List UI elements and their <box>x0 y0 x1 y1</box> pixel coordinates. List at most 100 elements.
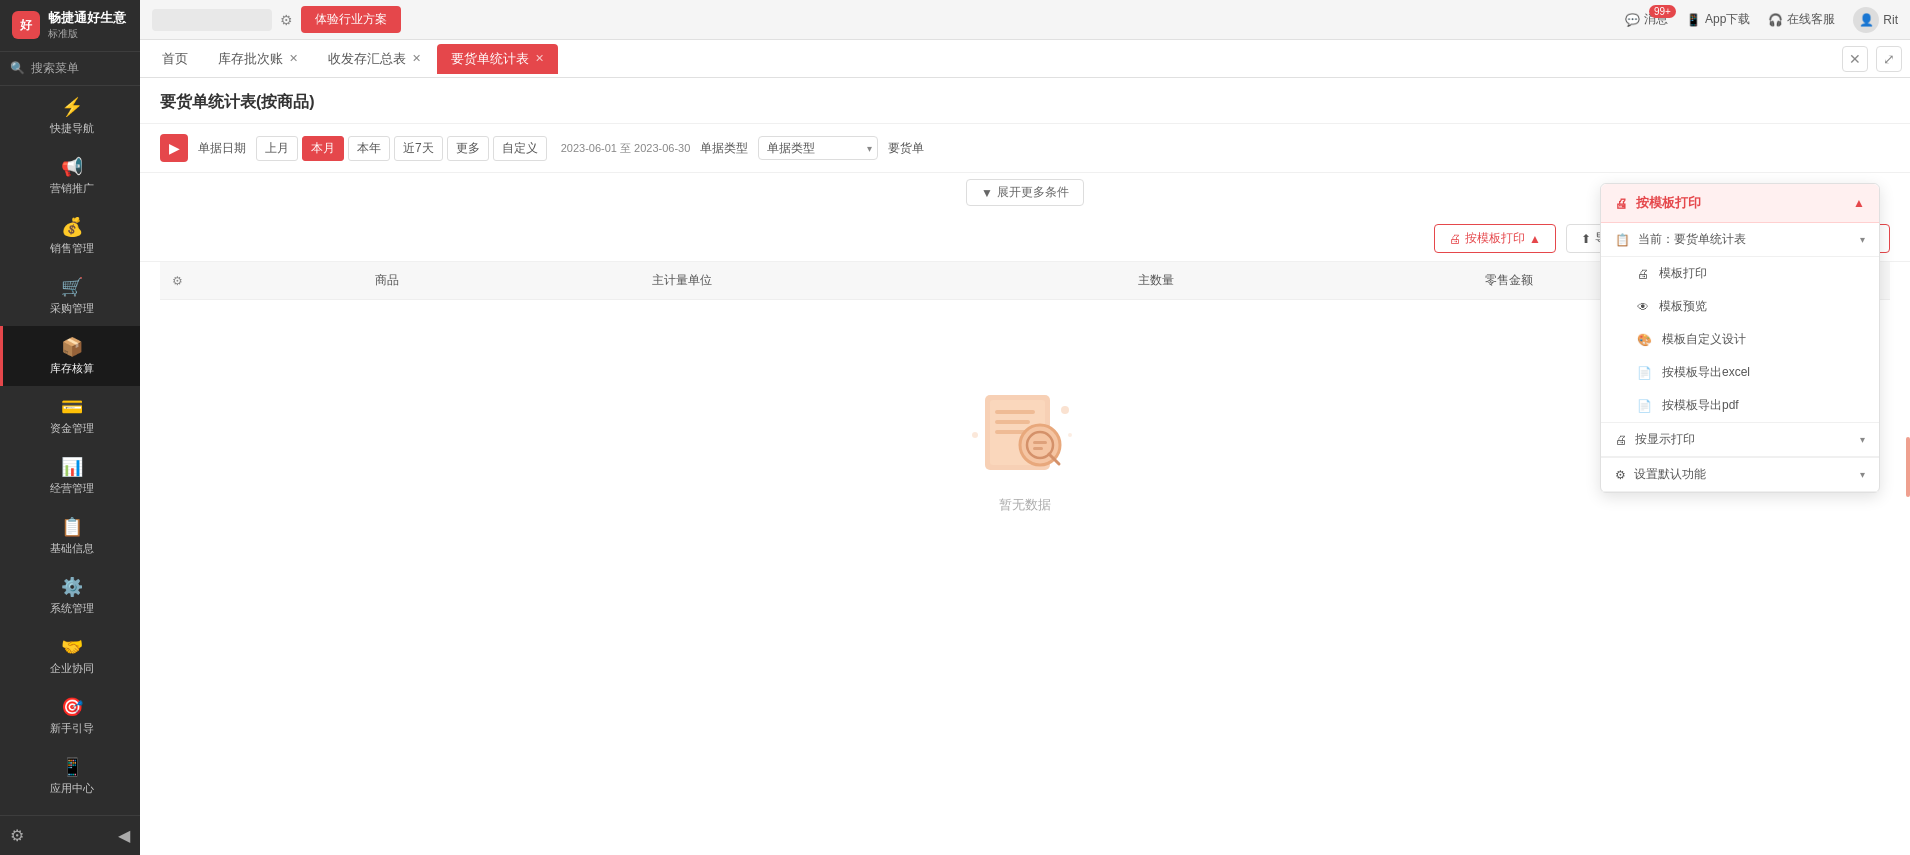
sidebar: 好 畅捷通好生意 标准版 🔍 搜索菜单 ⚡ 快捷导航 📢 营销推广 💰 销售管理… <box>0 0 140 855</box>
sidebar-item-purchase[interactable]: 🛒 采购管理 <box>0 266 140 326</box>
sales-icon: 💰 <box>61 216 83 238</box>
sidebar-item-label: 营销推广 <box>50 181 94 196</box>
svg-point-11 <box>972 432 978 438</box>
sidebar-item-wechat[interactable]: 💬 企业微信 <box>0 806 140 815</box>
purchase-icon: 🛒 <box>61 276 83 298</box>
date-btn-last-month[interactable]: 上月 <box>256 136 298 161</box>
dropdown-export-pdf[interactable]: 📄 按模板导出pdf <box>1601 389 1879 422</box>
dropdown-template-print[interactable]: 🖨 模板打印 <box>1601 257 1879 290</box>
tab-home[interactable]: 首页 <box>148 44 202 74</box>
settings-icon[interactable]: ⚙ <box>10 826 24 845</box>
dropdown-current-header[interactable]: 📋 当前：要货单统计表 ▾ <box>1601 223 1879 256</box>
tab-maximize-btn[interactable]: ⤢ <box>1876 46 1902 72</box>
sidebar-item-inventory[interactable]: 📦 库存核算 <box>0 326 140 386</box>
svg-point-12 <box>1068 433 1072 437</box>
date-btn-custom[interactable]: 自定义 <box>493 136 547 161</box>
svg-rect-3 <box>995 420 1030 424</box>
sidebar-item-label: 系统管理 <box>50 601 94 616</box>
filter-bar: ▶ 单据日期 上月 本月 本年 近7天 更多 自定义 2023-06-01 至 … <box>140 124 1910 173</box>
svg-rect-2 <box>995 410 1035 414</box>
user-avatar: 👤 <box>1853 7 1879 33</box>
export-pdf-icon: 📄 <box>1637 399 1652 413</box>
system-icon: ⚙️ <box>61 576 83 598</box>
dropdown-current-chevron: ▾ <box>1860 234 1865 245</box>
expand-more-btn[interactable]: ▼ 展开更多条件 <box>966 179 1084 206</box>
tab-receipt-summary[interactable]: 收发存汇总表 ✕ <box>314 44 435 74</box>
dropdown-title: 🖨 按模板打印 <box>1615 194 1701 212</box>
sidebar-item-collab[interactable]: 🤝 企业协同 <box>0 626 140 686</box>
empty-icon <box>965 380 1085 480</box>
tab-receipt-summary-close[interactable]: ✕ <box>412 52 421 65</box>
sidebar-nav: ⚡ 快捷导航 📢 营销推广 💰 销售管理 🛒 采购管理 📦 库存核算 💳 资金管… <box>0 86 140 815</box>
svg-point-10 <box>1061 406 1069 414</box>
filter-expand-btn[interactable]: ▶ <box>160 134 188 162</box>
dropdown-display-chevron: ▾ <box>1860 434 1865 445</box>
topbar-search-input[interactable] <box>152 9 272 31</box>
date-btn-more[interactable]: 更多 <box>447 136 489 161</box>
dropdown-up-icon[interactable]: ▲ <box>1853 196 1865 210</box>
sidebar-item-system[interactable]: ⚙️ 系统管理 <box>0 566 140 626</box>
sidebar-search[interactable]: 🔍 搜索菜单 <box>0 52 140 86</box>
date-btn-7days[interactable]: 近7天 <box>394 136 443 161</box>
app-download-item[interactable]: 📱 App下载 <box>1686 11 1750 28</box>
scroll-indicator[interactable] <box>1906 437 1910 497</box>
tab-batch-account[interactable]: 库存批次账 ✕ <box>204 44 312 74</box>
print-template-label: 按模板打印 <box>1465 230 1525 247</box>
message-badge: 99+ <box>1649 5 1676 18</box>
tab-close-all-btn[interactable]: ✕ <box>1842 46 1868 72</box>
th-settings[interactable]: ⚙ <box>160 262 363 300</box>
print-dropdown-menu: 🖨 按模板打印 ▲ 📋 当前：要货单统计表 ▾ � <box>1600 183 1880 493</box>
tab-receipt-summary-label: 收发存汇总表 <box>328 50 406 68</box>
sidebar-item-operation[interactable]: 📊 经营管理 <box>0 446 140 506</box>
dropdown-template-design[interactable]: 🎨 模板自定义设计 <box>1601 323 1879 356</box>
sidebar-item-quick-nav[interactable]: ⚡ 快捷导航 <box>0 86 140 146</box>
dropdown-default-header[interactable]: ⚙ 设置默认功能 ▾ <box>1601 458 1879 491</box>
sidebar-item-appstore[interactable]: 📱 应用中心 <box>0 746 140 806</box>
app-name: 畅捷通好生意 <box>48 10 126 27</box>
sidebar-item-base[interactable]: 📋 基础信息 <box>0 506 140 566</box>
template-preview-icon: 👁 <box>1637 300 1649 314</box>
order-type-label: 单据类型 <box>700 140 748 157</box>
sidebar-logo: 好 畅捷通好生意 标准版 <box>0 0 140 52</box>
dropdown-display-section: 🖨 按显示打印 ▾ <box>1601 423 1879 457</box>
dropdown-title-label: 按模板打印 <box>1636 194 1701 212</box>
tab-batch-account-label: 库存批次账 <box>218 50 283 68</box>
template-print-icon: 🖨 <box>1637 267 1649 281</box>
page-header: 要货单统计表(按商品) <box>140 78 1910 124</box>
print-template-btn[interactable]: 🖨 按模板打印 ▲ <box>1434 224 1556 253</box>
sidebar-item-label: 销售管理 <box>50 241 94 256</box>
tab-batch-account-close[interactable]: ✕ <box>289 52 298 65</box>
empty-text: 暂无数据 <box>999 496 1051 514</box>
dropdown-template-preview[interactable]: 👁 模板预览 <box>1601 290 1879 323</box>
th-quantity: 主数量 <box>1126 262 1473 300</box>
tab-order-stat-close[interactable]: ✕ <box>535 52 544 65</box>
user-item[interactable]: 👤 Rit <box>1853 7 1898 33</box>
collapse-icon[interactable]: ◀ <box>118 826 130 845</box>
sidebar-item-label: 采购管理 <box>50 301 94 316</box>
date-btn-this-year[interactable]: 本年 <box>348 136 390 161</box>
tabs-actions: ✕ ⤢ <box>1842 46 1902 72</box>
date-btn-this-month[interactable]: 本月 <box>302 136 344 161</box>
headset-icon: 🎧 <box>1768 13 1783 27</box>
topbar-gear-icon[interactable]: ⚙ <box>280 12 293 28</box>
finance-icon: 💳 <box>61 396 83 418</box>
message-item[interactable]: 💬 消息 99+ <box>1625 11 1668 28</box>
dropdown-display-header[interactable]: 🖨 按显示打印 ▾ <box>1601 423 1879 456</box>
dropdown-display-label: 🖨 按显示打印 <box>1615 431 1695 448</box>
sidebar-item-marketing[interactable]: 📢 营销推广 <box>0 146 140 206</box>
tab-order-stat[interactable]: 要货单统计表 ✕ <box>437 44 558 74</box>
order-type-select[interactable]: 单据类型 <box>758 136 878 160</box>
industry-btn[interactable]: 体验行业方案 <box>301 6 401 33</box>
online-service-item[interactable]: 🎧 在线客服 <box>1768 11 1835 28</box>
svg-rect-8 <box>1033 441 1047 444</box>
dropdown-header-right: ▲ <box>1853 196 1865 210</box>
list-icon: 📋 <box>1615 233 1630 247</box>
template-design-icon: 🎨 <box>1637 333 1652 347</box>
dropdown-export-excel[interactable]: 📄 按模板导出excel <box>1601 356 1879 389</box>
sidebar-item-finance[interactable]: 💳 资金管理 <box>0 386 140 446</box>
sidebar-item-guide[interactable]: 🎯 新手引导 <box>0 686 140 746</box>
sidebar-item-sales[interactable]: 💰 销售管理 <box>0 206 140 266</box>
date-filter-label: 单据日期 <box>198 140 246 157</box>
export-icon: ⬆ <box>1581 232 1591 246</box>
export-excel-icon: 📄 <box>1637 366 1652 380</box>
